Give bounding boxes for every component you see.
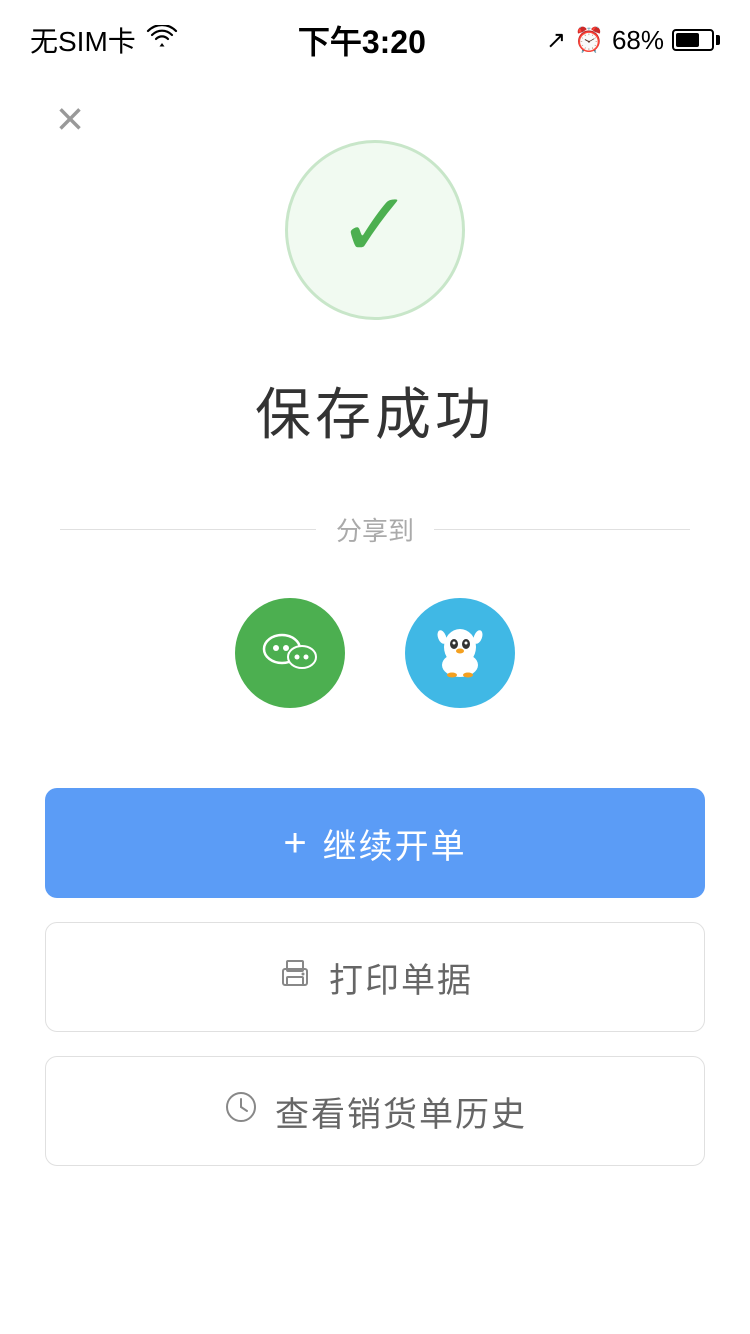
divider-line-right — [434, 529, 690, 530]
share-label: 分享到 — [316, 511, 434, 548]
print-label: 打印单据 — [329, 953, 473, 1002]
print-icon — [277, 955, 313, 1000]
action-buttons: + 继续开单 打印单据 查看销货单历史 — [45, 788, 705, 1166]
checkmark-icon: ✓ — [337, 181, 412, 271]
divider-line-left — [60, 529, 316, 530]
close-icon: × — [56, 96, 84, 144]
wechat-share-button[interactable] — [235, 598, 345, 708]
history-label: 查看销货单历史 — [275, 1087, 527, 1136]
history-button[interactable]: 查看销货单历史 — [45, 1056, 705, 1166]
success-title: 保存成功 — [255, 370, 495, 451]
status-right: ↗ ⏰ 68% — [546, 25, 720, 56]
qq-share-button[interactable] — [405, 598, 515, 708]
battery-icon — [672, 29, 720, 51]
status-left: 无SIM卡 — [30, 20, 178, 60]
wifi-icon — [146, 24, 178, 56]
share-divider: 分享到 — [0, 511, 750, 548]
status-time: 下午3:20 — [298, 17, 426, 63]
continue-label: 继续开单 — [323, 819, 467, 868]
continue-order-button[interactable]: + 继续开单 — [45, 788, 705, 898]
qq-icon — [428, 621, 492, 685]
battery-percent: 68% — [612, 25, 664, 56]
success-circle: ✓ — [285, 140, 465, 320]
print-button[interactable]: 打印单据 — [45, 922, 705, 1032]
main-content: ✓ 保存成功 分享到 — [0, 80, 750, 1166]
close-button[interactable]: × — [40, 90, 100, 150]
wechat-icon — [258, 621, 322, 685]
continue-icon: + — [283, 821, 306, 866]
status-bar: 无SIM卡 下午3:20 ↗ ⏰ 68% — [0, 0, 750, 80]
alarm-icon: ⏰ — [574, 26, 604, 55]
carrier-text: 无SIM卡 — [30, 20, 136, 60]
share-icons — [235, 598, 515, 708]
location-icon: ↗ — [546, 26, 566, 55]
history-icon — [223, 1089, 259, 1134]
